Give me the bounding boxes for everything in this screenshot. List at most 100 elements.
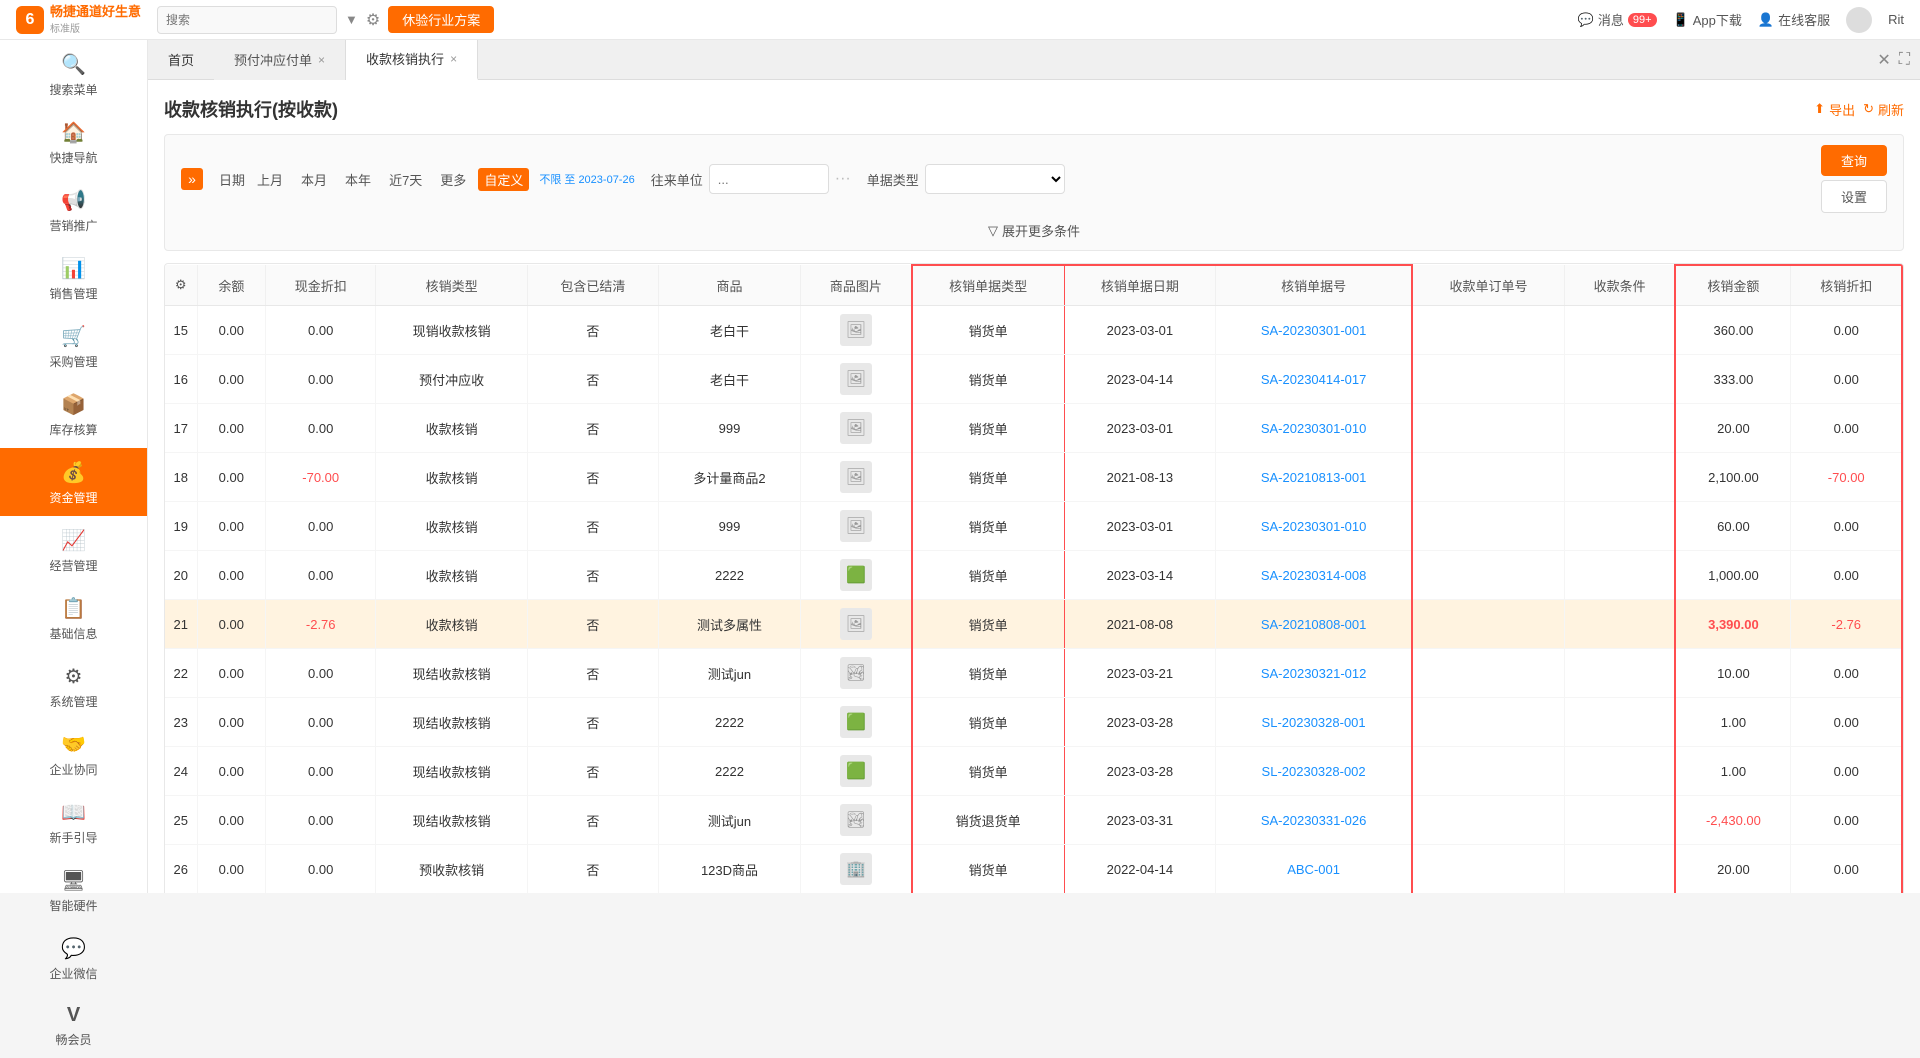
sidebar-item-collab[interactable]: 🤝 企业协同 (0, 720, 147, 788)
cell-cash-discount: 0.00 (266, 306, 376, 355)
message-btn[interactable]: 💬 消息 99+ (1578, 10, 1657, 29)
cell-bill-verify-no[interactable]: SA-20230321-012 (1216, 649, 1412, 698)
content-area: 首页 预付冲应付单 × 收款核销执行 × ✕ ⛶ 收款核销执行(按收款) ⬆ (148, 40, 1920, 893)
table-container: ⚙ 余额 现金折扣 核销类型 包含已结清 商品 商品图片 核销单据类型 核销单据… (164, 263, 1904, 893)
filter-bill-type-select[interactable] (925, 164, 1065, 194)
search-input[interactable] (157, 6, 337, 34)
export-label: 导出 (1829, 100, 1855, 119)
sidebar-item-sysmanage[interactable]: ⚙ 系统管理 (0, 652, 147, 720)
cell-bill-verify-type: 销货单 (912, 453, 1064, 502)
sidebar-item-purchase[interactable]: 🛒 采购管理 (0, 312, 147, 380)
sidebar-item-marketing[interactable]: 📢 营销推广 (0, 176, 147, 244)
cell-bill-verify-no[interactable]: SA-20210813-001 (1216, 453, 1412, 502)
tab-home[interactable]: 首页 (148, 40, 214, 80)
th-receipt-order-no: 收款单订单号 (1412, 265, 1564, 306)
cell-seq: 23 (165, 698, 197, 747)
cell-include-settled: 否 (527, 747, 658, 796)
tab-close-all-icon[interactable]: ✕ (1877, 50, 1890, 70)
cell-seq: 21 (165, 600, 197, 649)
cell-bill-verify-no[interactable]: SL-20230328-002 (1216, 747, 1412, 796)
cell-goods-img: 🖼 (801, 306, 912, 355)
filter-date-custom[interactable]: 自定义 (478, 168, 529, 191)
table-row: 16 0.00 0.00 预付冲应收 否 老白干 🖼 销货单 2023-04-1… (165, 355, 1902, 404)
cell-bill-verify-no[interactable]: ABC-001 (1216, 845, 1412, 894)
export-btn[interactable]: ⬆ 导出 (1814, 100, 1855, 119)
tab-fullscreen-icon[interactable]: ⛶ (1899, 51, 1910, 69)
cell-bill-verify-no[interactable]: SA-20230331-026 (1216, 796, 1412, 845)
filter-date-last-month[interactable]: 上月 (251, 168, 289, 191)
cell-cash-discount: -70.00 (266, 453, 376, 502)
table-header-row: ⚙ 余额 现金折扣 核销类型 包含已结清 商品 商品图片 核销单据类型 核销单据… (165, 265, 1902, 306)
cell-receipt-cond (1564, 453, 1675, 502)
expand-btn[interactable]: ▽ 展开更多条件 (988, 221, 1080, 240)
cell-receipt-order-no (1412, 453, 1564, 502)
marketing-icon: 📢 (61, 188, 86, 213)
cell-bill-verify-type: 销货单 (912, 600, 1064, 649)
cell-bill-verify-date: 2023-03-28 (1064, 747, 1216, 796)
tab-prepay[interactable]: 预付冲应付单 × (214, 40, 346, 80)
cell-receipt-order-no (1412, 355, 1564, 404)
app-download-btn[interactable]: 📱 App下载 (1673, 10, 1742, 29)
purchase-icon: 🛒 (61, 324, 86, 349)
cell-verify-discount: 0.00 (1791, 796, 1902, 845)
cell-include-settled: 否 (527, 600, 658, 649)
cell-verify-discount: 0.00 (1791, 698, 1902, 747)
sidebar-item-guide[interactable]: 📖 新手引导 (0, 788, 147, 856)
table-row: 19 0.00 0.00 收款核销 否 999 🖼 销货单 2023-03-01… (165, 502, 1902, 551)
cell-goods-img: 🏢 (801, 845, 912, 894)
sidebar-item-operations[interactable]: 📈 经营管理 (0, 516, 147, 584)
sidebar-item-nav[interactable]: 🏠 快捷导航 (0, 108, 147, 176)
sidebar-item-inventory[interactable]: 📦 库存核算 (0, 380, 147, 448)
cell-seq: 20 (165, 551, 197, 600)
filter-row-1: » 日期 上月 本月 本年 近7天 更多 自定义 不限 至 2023-07-26 (181, 145, 1887, 213)
online-service-btn[interactable]: 👤 在线客服 (1758, 10, 1830, 29)
message-icon: 💬 (1578, 12, 1594, 28)
sidebar-item-member[interactable]: V 畅会员 (0, 992, 147, 1058)
gear-icon[interactable]: ⚙ (366, 10, 380, 30)
avatar (1846, 7, 1872, 33)
cell-goods-img: 🟩 (801, 551, 912, 600)
cell-verify-amount: 20.00 (1675, 404, 1791, 453)
cell-bill-verify-no[interactable]: SA-20230414-017 (1216, 355, 1412, 404)
top-bar-right: 💬 消息 99+ 📱 App下载 👤 在线客服 Rit (1578, 7, 1904, 33)
filter-setting-btn[interactable]: 设置 (1821, 180, 1887, 213)
sidebar-item-sales[interactable]: 📊 销售管理 (0, 244, 147, 312)
sidebar-label-wechat: 企业微信 (49, 965, 97, 982)
filter-from-unit-input[interactable] (709, 164, 829, 194)
cell-bill-verify-no[interactable]: SA-20230314-008 (1216, 551, 1412, 600)
th-settings[interactable]: ⚙ (165, 265, 197, 306)
cell-balance: 0.00 (197, 747, 266, 796)
cell-cash-discount: 0.00 (266, 747, 376, 796)
cell-balance: 0.00 (197, 796, 266, 845)
filter-date-this-year[interactable]: 本年 (339, 168, 377, 191)
cell-bill-verify-no[interactable]: SL-20230328-001 (1216, 698, 1412, 747)
cell-include-settled: 否 (527, 551, 658, 600)
refresh-btn[interactable]: ↻ 刷新 (1863, 100, 1904, 119)
filter-date-this-month[interactable]: 本月 (295, 168, 333, 191)
cell-seq: 17 (165, 404, 197, 453)
tab-receipts-close[interactable]: × (450, 52, 457, 66)
sidebar-label-hardware: 智能硬件 (49, 897, 97, 914)
filter-date-more[interactable]: 更多 (434, 168, 472, 191)
cell-bill-verify-no[interactable]: SA-20230301-010 (1216, 404, 1412, 453)
dropdown-icon[interactable]: ▼ (345, 12, 358, 27)
cell-seq: 19 (165, 502, 197, 551)
cell-bill-verify-type: 销货单 (912, 698, 1064, 747)
filter-date-7days[interactable]: 近7天 (383, 168, 428, 191)
cell-bill-verify-no[interactable]: SA-20210808-001 (1216, 600, 1412, 649)
filter-collapse-btn[interactable]: » (181, 168, 203, 190)
sidebar-item-search[interactable]: 🔍 搜索菜单 (0, 40, 147, 108)
cell-receipt-cond (1564, 551, 1675, 600)
query-btn[interactable]: 查询 (1821, 145, 1887, 176)
cell-goods-img: 🖼 (801, 355, 912, 404)
sidebar-item-basicinfo[interactable]: 📋 基础信息 (0, 584, 147, 652)
industry-btn[interactable]: 休验行业方案 (388, 6, 494, 33)
cell-bill-verify-no[interactable]: SA-20230301-001 (1216, 306, 1412, 355)
sidebar-item-finance[interactable]: 💰 资金管理 (0, 448, 147, 516)
sidebar-item-wechat[interactable]: 💬 企业微信 (0, 924, 147, 992)
cell-bill-verify-no[interactable]: SA-20230301-010 (1216, 502, 1412, 551)
tab-prepay-close[interactable]: × (318, 53, 325, 67)
cell-bill-verify-date: 2023-03-01 (1064, 404, 1216, 453)
sidebar-item-hardware[interactable]: 🖥 智能硬件 (0, 856, 147, 924)
tab-receipts[interactable]: 收款核销执行 × (346, 40, 478, 80)
